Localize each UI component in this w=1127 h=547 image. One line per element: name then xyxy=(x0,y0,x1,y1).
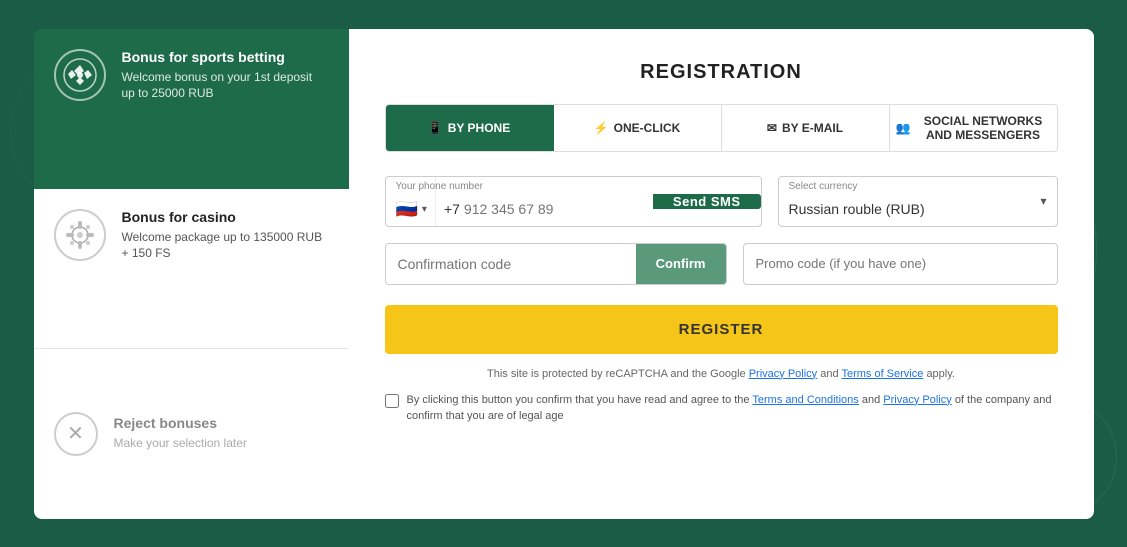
currency-group: Select currency Russian rouble (RUB) USD… xyxy=(778,176,1058,227)
left-panel: Bonus for sports betting Welcome bonus o… xyxy=(34,29,349,519)
sports-bonus-text: Bonus for sports betting Welcome bonus o… xyxy=(122,49,329,103)
tab-one-click[interactable]: ⚡ ONE-CLICK xyxy=(554,105,722,151)
privacy-policy-link[interactable]: Privacy Policy xyxy=(749,368,817,380)
oneclick-tab-label: ONE-CLICK xyxy=(614,121,681,135)
reject-bonus-desc: Make your selection later xyxy=(114,435,247,452)
send-sms-button[interactable]: Send SMS xyxy=(653,194,761,209)
confirmation-promo-row: Confirm xyxy=(385,243,1058,285)
flag-icon: 🇷🇺 xyxy=(396,199,418,220)
sports-bonus-icon xyxy=(54,49,106,101)
casino-bonus-title: Bonus for casino xyxy=(122,209,329,225)
recaptcha-text: This site is protected by reCAPTCHA and … xyxy=(487,368,746,380)
casino-bonus-desc: Welcome package up to 135000 RUB + 150 F… xyxy=(122,229,329,263)
sports-bonus-card[interactable]: Bonus for sports betting Welcome bonus o… xyxy=(34,29,349,189)
oneclick-tab-icon: ⚡ xyxy=(594,121,609,135)
recaptcha-notice: This site is protected by reCAPTCHA and … xyxy=(385,368,1058,380)
terms-checkbox[interactable] xyxy=(385,394,399,408)
reject-bonus-icon: ✕ xyxy=(54,412,98,456)
terms-conditions-link[interactable]: Terms and Conditions xyxy=(752,394,858,406)
reject-bonus-card[interactable]: ✕ Reject bonuses Make your selection lat… xyxy=(34,349,349,519)
terms-of-service-link[interactable]: Terms of Service xyxy=(841,368,923,380)
social-tab-icon: 👥 xyxy=(896,121,911,135)
reject-bonus-title: Reject bonuses xyxy=(114,415,247,431)
terms-text: By clicking this button you confirm that… xyxy=(407,392,1058,425)
casino-bonus-text: Bonus for casino Welcome package up to 1… xyxy=(122,209,329,263)
confirm-button[interactable]: Confirm xyxy=(636,244,726,284)
casino-bonus-card[interactable]: Bonus for casino Welcome package up to 1… xyxy=(34,189,349,349)
currency-label: Select currency xyxy=(789,181,858,192)
tab-by-email[interactable]: ✉ BY E-MAIL xyxy=(722,105,890,151)
sports-bonus-desc: Welcome bonus on your 1st deposit up to … xyxy=(122,69,329,103)
terms-row: By clicking this button you confirm that… xyxy=(385,392,1058,425)
legal-and-1: and xyxy=(820,368,838,380)
email-tab-icon: ✉ xyxy=(767,121,777,135)
reject-bonus-text: Reject bonuses Make your selection later xyxy=(114,415,247,452)
registration-title: REGISTRATION xyxy=(385,61,1058,84)
flag-chevron-icon: ▾ xyxy=(422,204,427,215)
registration-tabs: 📱 BY PHONE ⚡ ONE-CLICK ✉ BY E-MAIL 👥 SOC… xyxy=(385,104,1058,152)
right-panel: REGISTRATION 📱 BY PHONE ⚡ ONE-CLICK ✉ BY… xyxy=(349,29,1094,519)
social-tab-label: SOCIAL NETWORKS AND MESSENGERS xyxy=(915,114,1050,142)
phone-tab-icon: 📱 xyxy=(428,121,443,135)
confirmation-code-input[interactable] xyxy=(386,244,636,284)
phone-tab-label: BY PHONE xyxy=(448,121,510,135)
register-button[interactable]: REGISTER xyxy=(385,305,1058,354)
promo-group xyxy=(743,243,1058,285)
terms-prefix: By clicking this button you confirm that… xyxy=(407,394,750,406)
phone-group: Your phone number 🇷🇺 ▾ +7 Send SMS xyxy=(385,176,762,227)
legal-apply: apply. xyxy=(926,368,955,380)
phone-currency-row: Your phone number 🇷🇺 ▾ +7 Send SMS Selec… xyxy=(385,176,1058,227)
casino-bonus-icon xyxy=(54,209,106,261)
phone-input[interactable] xyxy=(464,179,653,223)
terms-and-2: and xyxy=(862,394,880,406)
promo-code-input[interactable] xyxy=(744,244,1057,283)
email-tab-label: BY E-MAIL xyxy=(782,121,843,135)
phone-label: Your phone number xyxy=(396,181,483,192)
sports-bonus-title: Bonus for sports betting xyxy=(122,49,329,65)
confirmation-group: Confirm xyxy=(385,243,727,285)
x-close-icon: ✕ xyxy=(67,421,84,446)
privacy-policy-2-link[interactable]: Privacy Policy xyxy=(883,394,951,406)
tab-by-phone[interactable]: 📱 BY PHONE xyxy=(386,105,554,151)
tab-social[interactable]: 👥 SOCIAL NETWORKS AND MESSENGERS xyxy=(890,105,1057,151)
